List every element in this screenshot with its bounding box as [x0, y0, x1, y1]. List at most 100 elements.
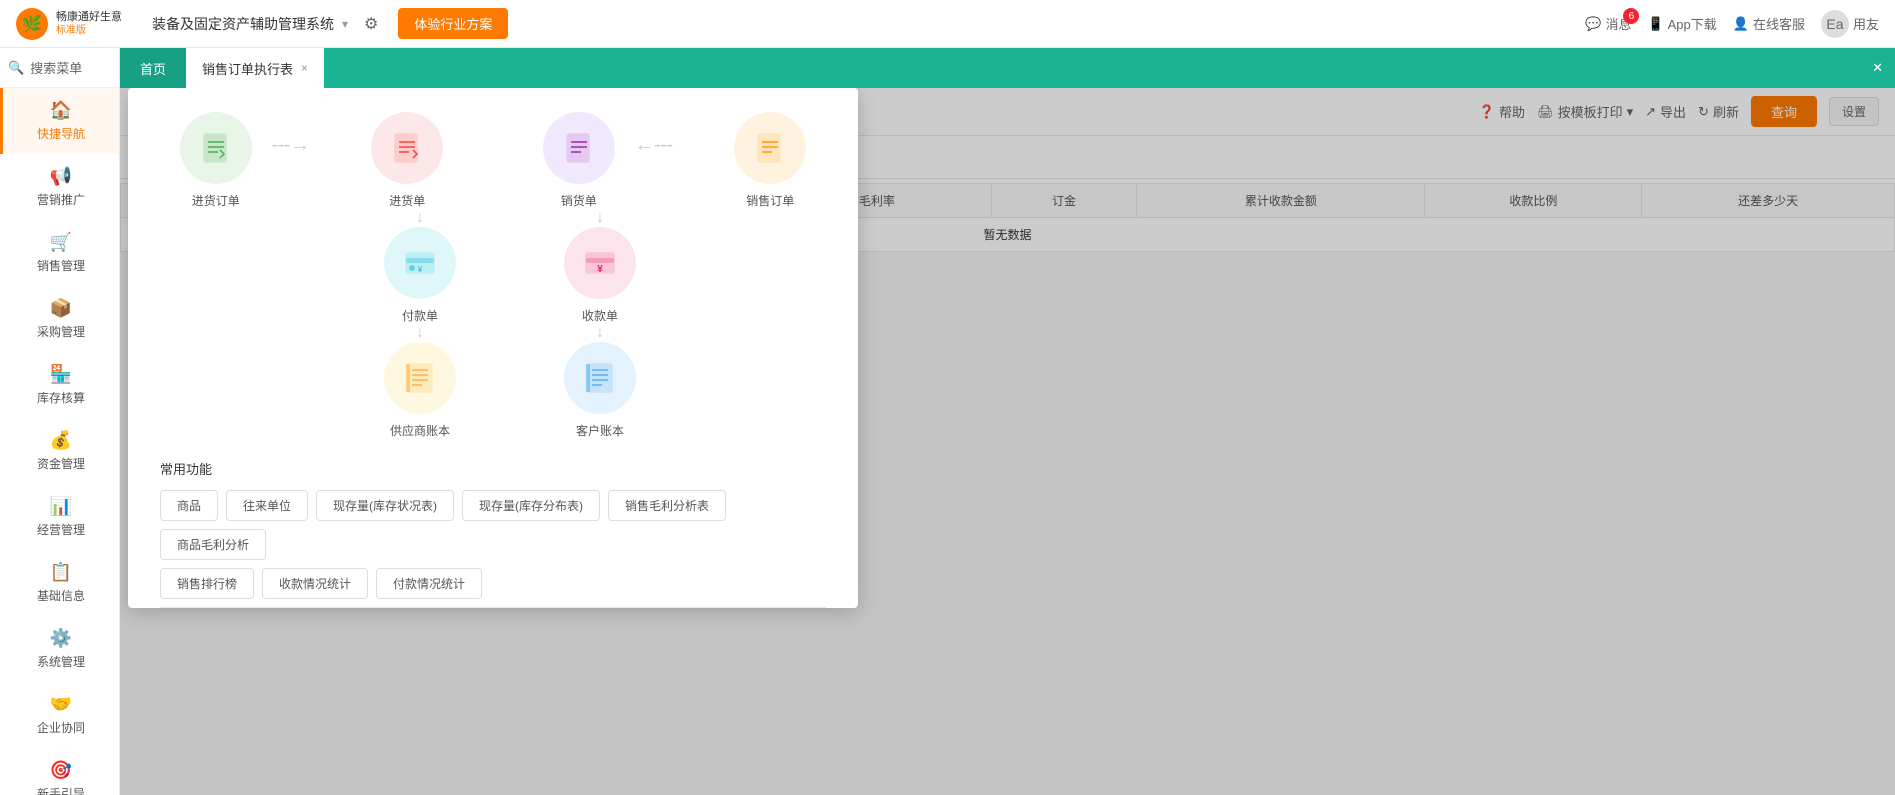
top-header: 🌿 畅康通好生意 标准版 装备及固定资产辅助管理系统 ▾ ⚙ 体验行业方案 💬 …	[0, 0, 1895, 48]
bottom-scrollbar: ◀ ▶	[160, 607, 826, 608]
arrow-down-purchase: ↓	[360, 209, 480, 227]
common-functions-row-2: 销售排行榜 收款情况统计 付款情况统计	[160, 568, 826, 599]
arrow-down-sales: ↓	[540, 209, 660, 227]
flow-label-sales-doc: 销货单	[561, 192, 597, 209]
func-btn-product-profit[interactable]: 商品毛利分析	[160, 529, 266, 560]
sidebar-item-inventory[interactable]: 🏪 库存核算	[0, 352, 119, 418]
func-btn-partners[interactable]: 往来单位	[226, 490, 308, 521]
sidebar-item-management[interactable]: 📊 经营管理	[0, 484, 119, 550]
flow-row-3: 供应商账本	[160, 342, 826, 439]
flow-label-sales-order: 销售订单	[746, 192, 794, 209]
flow-circle-sales-doc	[543, 112, 615, 184]
flow-item-sales-doc[interactable]: 销货单	[523, 112, 635, 209]
search-icon: 🔍	[8, 60, 24, 76]
func-btn-sales-profit[interactable]: 销售毛利分析表	[608, 490, 726, 521]
message-button[interactable]: 💬 消息 6	[1585, 14, 1631, 33]
flow-circle-purchase-order	[180, 112, 252, 184]
arrow-down-payment: ↓	[360, 324, 480, 342]
func-btn-payment-stats[interactable]: 付款情况统计	[376, 568, 482, 599]
tab-close-all-button[interactable]: ✕	[1860, 48, 1895, 88]
flow-row-2: ¥ 付款单	[160, 227, 826, 324]
search-menu-button[interactable]: 🔍 搜索菜单	[0, 48, 119, 88]
message-badge: 6	[1623, 8, 1639, 24]
modal-overlay[interactable]: 进货订单 - - - →	[120, 88, 1895, 795]
finance-icon: 💰	[50, 430, 72, 451]
sidebar-item-quick-nav[interactable]: 🏠 快捷导航	[0, 88, 119, 154]
app-download-button[interactable]: 📱 App下载	[1647, 14, 1716, 33]
flow-label-purchase-order: 进货订单	[192, 192, 240, 209]
home-icon: 🏠	[50, 100, 72, 121]
page-content: ❓ 帮助 🖨 按模板打印 ▾ ↗ 导出 ↻ 刷新 查询 设置	[120, 88, 1895, 795]
user-menu[interactable]: Ea 用友	[1821, 10, 1879, 38]
func-btn-product[interactable]: 商品	[160, 490, 218, 521]
service-icon: 👤	[1733, 16, 1749, 32]
flow-arrow-1: - - - →	[272, 134, 352, 157]
modal-content: 进货订单 - - - →	[128, 88, 858, 608]
func-btn-stock-status[interactable]: 现存量(库存状况表)	[316, 490, 454, 521]
flow-label-customer-ledger: 客户账本	[576, 422, 624, 439]
flow-item-purchase-order[interactable]: 进货订单	[160, 112, 272, 209]
sidebar-item-sales[interactable]: 🛒 销售管理	[0, 220, 119, 286]
tab-bar: 首页 销售订单执行表 × ✕	[120, 48, 1895, 88]
flow-item-receipt[interactable]: ¥ 收款单	[540, 227, 660, 324]
func-btn-receipt-stats[interactable]: 收款情况统计	[262, 568, 368, 599]
system-icon: ⚙️	[50, 628, 72, 649]
settings-icon[interactable]: ⚙	[364, 14, 378, 34]
logo-area: 🌿 畅康通好生意 标准版	[16, 8, 136, 40]
online-service-button[interactable]: 👤 在线客服	[1733, 14, 1805, 33]
flow-label-payment: 付款单	[402, 307, 438, 324]
sidebar-item-collaboration[interactable]: 🤝 企业协同	[0, 682, 119, 748]
system-name-label: 装备及固定资产辅助管理系统	[152, 14, 334, 34]
func-btn-stock-dist[interactable]: 现存量(库存分布表)	[462, 490, 600, 521]
management-icon: 📊	[50, 496, 72, 517]
func-btn-sales-rank[interactable]: 销售排行榜	[160, 568, 254, 599]
sidebar-item-purchase[interactable]: 📦 采购管理	[0, 286, 119, 352]
purchase-icon: 📦	[50, 298, 72, 319]
flow-label-purchase-doc: 进货单	[389, 192, 425, 209]
user-avatar: Ea	[1821, 10, 1849, 38]
flow-circle-supplier-ledger	[384, 342, 456, 414]
header-right: 💬 消息 6 📱 App下载 👤 在线客服 Ea 用友	[1585, 10, 1879, 38]
sidebar-item-marketing[interactable]: 📢 营销推广	[0, 154, 119, 220]
flow-arrows-down: ↓ ↓	[160, 209, 826, 227]
flow-item-payment[interactable]: ¥ 付款单	[360, 227, 480, 324]
tab-close-icon[interactable]: ×	[301, 61, 308, 75]
tab-sales-order[interactable]: 销售订单执行表 ×	[186, 48, 324, 88]
common-functions-title: 常用功能	[160, 459, 826, 478]
basic-info-icon: 📋	[50, 562, 72, 583]
sidebar-item-finance[interactable]: 💰 资金管理	[0, 418, 119, 484]
flow-arrow-2: ← - - -	[635, 134, 715, 157]
flow-row-1: 进货订单 - - - →	[160, 112, 826, 209]
sidebar: 🔍 搜索菜单 🏠 快捷导航 📢 营销推广 🛒 销售管理 📦 采购管理 🏪 库存核…	[0, 48, 120, 795]
collab-icon: 🤝	[50, 694, 72, 715]
flow-item-customer-ledger[interactable]: 客户账本	[540, 342, 660, 439]
message-icon: 💬	[1585, 16, 1601, 32]
flow-circle-purchase-doc	[371, 112, 443, 184]
download-icon: 📱	[1647, 16, 1663, 32]
logo-icon: 🌿	[16, 8, 48, 40]
tab-home[interactable]: 首页	[120, 48, 186, 88]
sidebar-item-guide[interactable]: 🎯 新手引导	[0, 748, 119, 795]
flow-item-purchase-doc[interactable]: 进货单	[352, 112, 464, 209]
main-layout: 🔍 搜索菜单 🏠 快捷导航 📢 营销推广 🛒 销售管理 📦 采购管理 🏪 库存核…	[0, 48, 1895, 795]
sidebar-item-system[interactable]: ⚙️ 系统管理	[0, 616, 119, 682]
logo-text: 畅康通好生意 标准版	[56, 10, 122, 37]
modal-box: 进货订单 - - - →	[128, 88, 858, 608]
flow-item-sales-order[interactable]: 销售订单	[715, 112, 827, 209]
content-area: 首页 销售订单执行表 × ✕ ❓ 帮助 🖨 按模板打印 ▾	[120, 48, 1895, 795]
flow-circle-receipt: ¥	[564, 227, 636, 299]
sales-icon: 🛒	[50, 232, 72, 253]
system-title: 装备及固定资产辅助管理系统 ▾ ⚙ 体验行业方案	[152, 8, 1585, 39]
flow-item-supplier-ledger[interactable]: 供应商账本	[360, 342, 480, 439]
flow-arrows-down-2: ↓ ↓	[160, 324, 826, 342]
trial-button[interactable]: 体验行业方案	[398, 8, 508, 39]
sidebar-item-basic-info[interactable]: 📋 基础信息	[0, 550, 119, 616]
flow-circle-payment: ¥	[384, 227, 456, 299]
guide-icon: 🎯	[50, 760, 72, 781]
inventory-icon: 🏪	[50, 364, 72, 385]
flow-circle-sales-order	[734, 112, 806, 184]
flow-label-receipt: 收款单	[582, 307, 618, 324]
svg-text:¥: ¥	[417, 265, 423, 274]
flow-label-supplier-ledger: 供应商账本	[390, 422, 450, 439]
system-dropdown-icon[interactable]: ▾	[342, 17, 348, 31]
